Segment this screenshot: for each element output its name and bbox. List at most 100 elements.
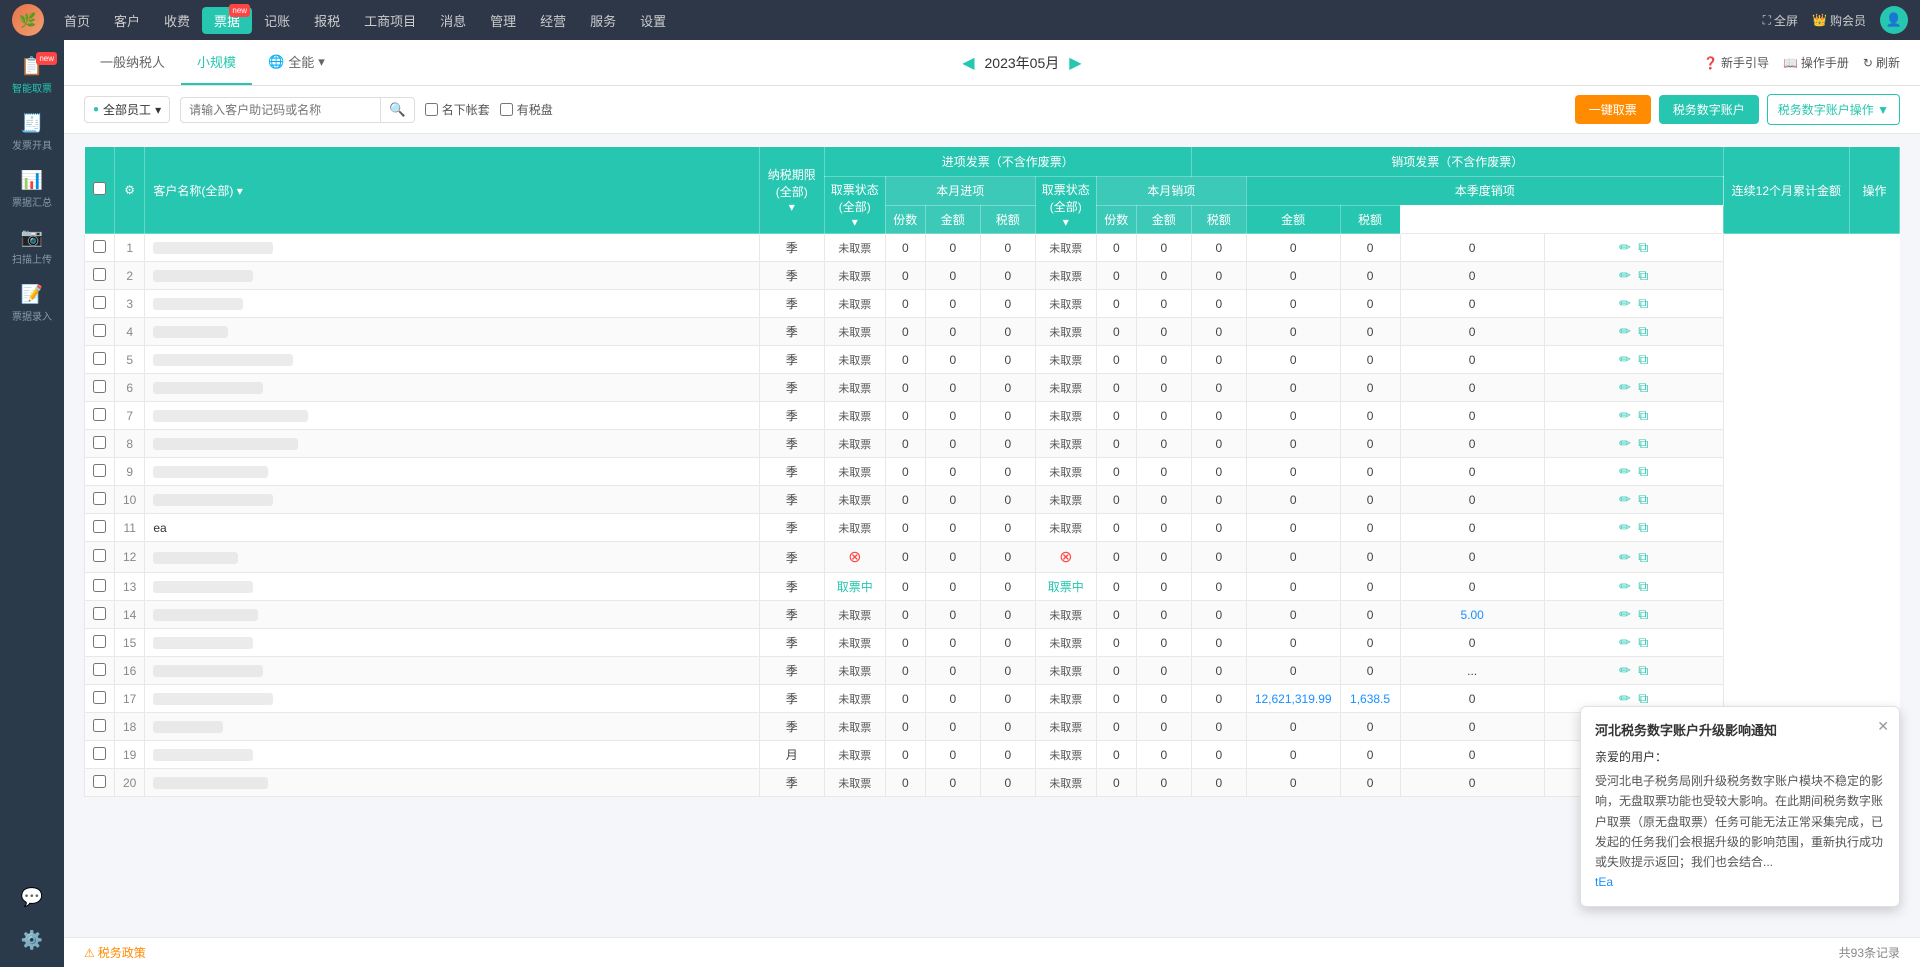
nav-item-service[interactable]: 服务 (578, 7, 628, 34)
one-click-invoice-btn[interactable]: 一键取票 (1575, 95, 1651, 124)
copy-icon[interactable]: ⧉ (1638, 295, 1648, 311)
edit-icon[interactable]: ✏ (1619, 662, 1631, 678)
sidebar-item-open-invoice[interactable]: 🧾 发票开具 (3, 105, 61, 160)
nav-item-tax[interactable]: 报税 (302, 7, 352, 34)
row-checkbox[interactable] (93, 775, 106, 788)
filter-icon-client[interactable]: ▾ (237, 184, 243, 198)
nav-item-home[interactable]: 首页 (52, 7, 102, 34)
copy-icon[interactable]: ⧉ (1638, 351, 1648, 367)
row-checkbox[interactable] (93, 240, 106, 253)
edit-icon[interactable]: ✏ (1619, 407, 1631, 423)
edit-icon[interactable]: ✏ (1619, 578, 1631, 594)
row-checkbox[interactable] (93, 719, 106, 732)
row-checkbox[interactable] (93, 492, 106, 505)
my-accounts-checkbox-label[interactable]: 名下帐套 (425, 101, 490, 118)
sidebar-item-message[interactable]: 💬 (3, 879, 61, 916)
row-checkbox[interactable] (93, 635, 106, 648)
copy-icon[interactable]: ⧉ (1638, 239, 1648, 255)
row-checkbox[interactable] (93, 579, 106, 592)
tab-general[interactable]: 一般纳税人 (84, 40, 181, 85)
copy-icon[interactable]: ⧉ (1638, 267, 1648, 283)
tooltip-more-link[interactable]: tEa (1595, 875, 1613, 889)
row-checkbox[interactable] (93, 549, 106, 562)
edit-icon[interactable]: ✏ (1619, 295, 1631, 311)
nav-item-message[interactable]: 消息 (428, 7, 478, 34)
select-all-checkbox[interactable] (93, 182, 106, 195)
row-checkbox[interactable] (93, 747, 106, 760)
nav-item-business2[interactable]: 经营 (528, 7, 578, 34)
refresh-btn[interactable]: ↻ 刷新 (1863, 54, 1900, 71)
fullscreen-btn[interactable]: ⛶ 全屏 (1763, 12, 1798, 29)
sidebar-item-scan-upload[interactable]: 📷 扫描上传 (3, 219, 61, 274)
copy-icon[interactable]: ⧉ (1638, 407, 1648, 423)
copy-icon[interactable]: ⧉ (1638, 606, 1648, 622)
nav-item-fee[interactable]: 收费 (152, 7, 202, 34)
row-checkbox[interactable] (93, 464, 106, 477)
user-avatar[interactable]: 👤 (1880, 6, 1908, 34)
edit-icon[interactable]: ✏ (1619, 519, 1631, 535)
new-user-guide-btn[interactable]: ❓ 新手引导 (1703, 54, 1769, 71)
nav-item-manage[interactable]: 管理 (478, 7, 528, 34)
nav-item-client[interactable]: 客户 (102, 7, 152, 34)
edit-icon[interactable]: ✏ (1619, 323, 1631, 339)
edit-icon[interactable]: ✏ (1619, 690, 1631, 706)
sidebar-item-config[interactable]: ⚙️ (3, 922, 61, 959)
edit-icon[interactable]: ✏ (1619, 351, 1631, 367)
edit-icon[interactable]: ✏ (1619, 239, 1631, 255)
row-checkbox[interactable] (93, 607, 106, 620)
row-checkbox[interactable] (93, 268, 106, 281)
row-checkbox[interactable] (93, 408, 106, 421)
tab-all[interactable]: 🌐 全能 ▾ (252, 40, 341, 85)
copy-icon[interactable]: ⧉ (1638, 634, 1648, 650)
copy-icon[interactable]: ⧉ (1638, 463, 1648, 479)
copy-icon[interactable]: ⧉ (1638, 549, 1648, 565)
tooltip-close-btn[interactable]: ✕ (1877, 715, 1889, 737)
digital-tax-account-btn[interactable]: 税务数字账户 (1659, 95, 1759, 124)
row-checkbox[interactable] (93, 296, 106, 309)
edit-icon[interactable]: ✏ (1619, 549, 1631, 565)
copy-icon[interactable]: ⧉ (1638, 323, 1648, 339)
row-checkbox[interactable] (93, 520, 106, 533)
nav-item-bookkeep[interactable]: 记账 (252, 7, 302, 34)
tax-policy-link[interactable]: ⚠ 税务政策 (84, 944, 146, 961)
tab-small[interactable]: 小规模 (181, 40, 252, 85)
edit-icon[interactable]: ✏ (1619, 606, 1631, 622)
edit-icon[interactable]: ✏ (1619, 634, 1631, 650)
edit-icon[interactable]: ✏ (1619, 491, 1631, 507)
my-accounts-checkbox[interactable] (425, 103, 438, 116)
copy-icon[interactable]: ⧉ (1638, 578, 1648, 594)
edit-icon[interactable]: ✏ (1619, 435, 1631, 451)
filter-icon-out-status[interactable]: ▾ (1063, 215, 1069, 229)
has-taxpad-checkbox[interactable] (500, 103, 513, 116)
search-button[interactable]: 🔍 (380, 97, 415, 123)
row-checkbox[interactable] (93, 691, 106, 704)
employee-filter[interactable]: ● 全部员工 ▾ (84, 96, 170, 123)
row-checkbox[interactable] (93, 352, 106, 365)
prev-month-btn[interactable]: ◀ (962, 53, 974, 73)
sidebar-item-invoice-summary[interactable]: 📊 票据汇总 (3, 162, 61, 217)
operation-manual-btn[interactable]: 📖 操作手册 (1783, 54, 1849, 71)
row-checkbox[interactable] (93, 324, 106, 337)
copy-icon[interactable]: ⧉ (1638, 435, 1648, 451)
copy-icon[interactable]: ⧉ (1638, 379, 1648, 395)
digital-tax-account-ops-btn[interactable]: 税务数字账户操作 ▼ (1767, 94, 1900, 125)
next-month-btn[interactable]: ▶ (1069, 53, 1081, 73)
row-checkbox[interactable] (93, 380, 106, 393)
sidebar-item-smart-invoice[interactable]: 📋 智能取票 new (3, 48, 61, 103)
nav-item-business[interactable]: 工商项目 (352, 7, 428, 34)
row-checkbox[interactable] (93, 436, 106, 449)
filter-icon-period[interactable]: ▾ (789, 200, 795, 214)
has-taxpad-checkbox-label[interactable]: 有税盘 (500, 101, 553, 118)
nav-item-invoice[interactable]: 票据 new (202, 7, 252, 34)
copy-icon[interactable]: ⧉ (1638, 491, 1648, 507)
edit-icon[interactable]: ✏ (1619, 379, 1631, 395)
nav-item-settings[interactable]: 设置 (628, 7, 678, 34)
copy-icon[interactable]: ⧉ (1638, 519, 1648, 535)
edit-icon[interactable]: ✏ (1619, 463, 1631, 479)
row-checkbox[interactable] (93, 663, 106, 676)
search-input[interactable] (180, 97, 380, 123)
copy-icon[interactable]: ⧉ (1638, 690, 1648, 706)
filter-icon-in-status[interactable]: ▾ (852, 215, 858, 229)
copy-icon[interactable]: ⧉ (1638, 662, 1648, 678)
edit-icon[interactable]: ✏ (1619, 267, 1631, 283)
